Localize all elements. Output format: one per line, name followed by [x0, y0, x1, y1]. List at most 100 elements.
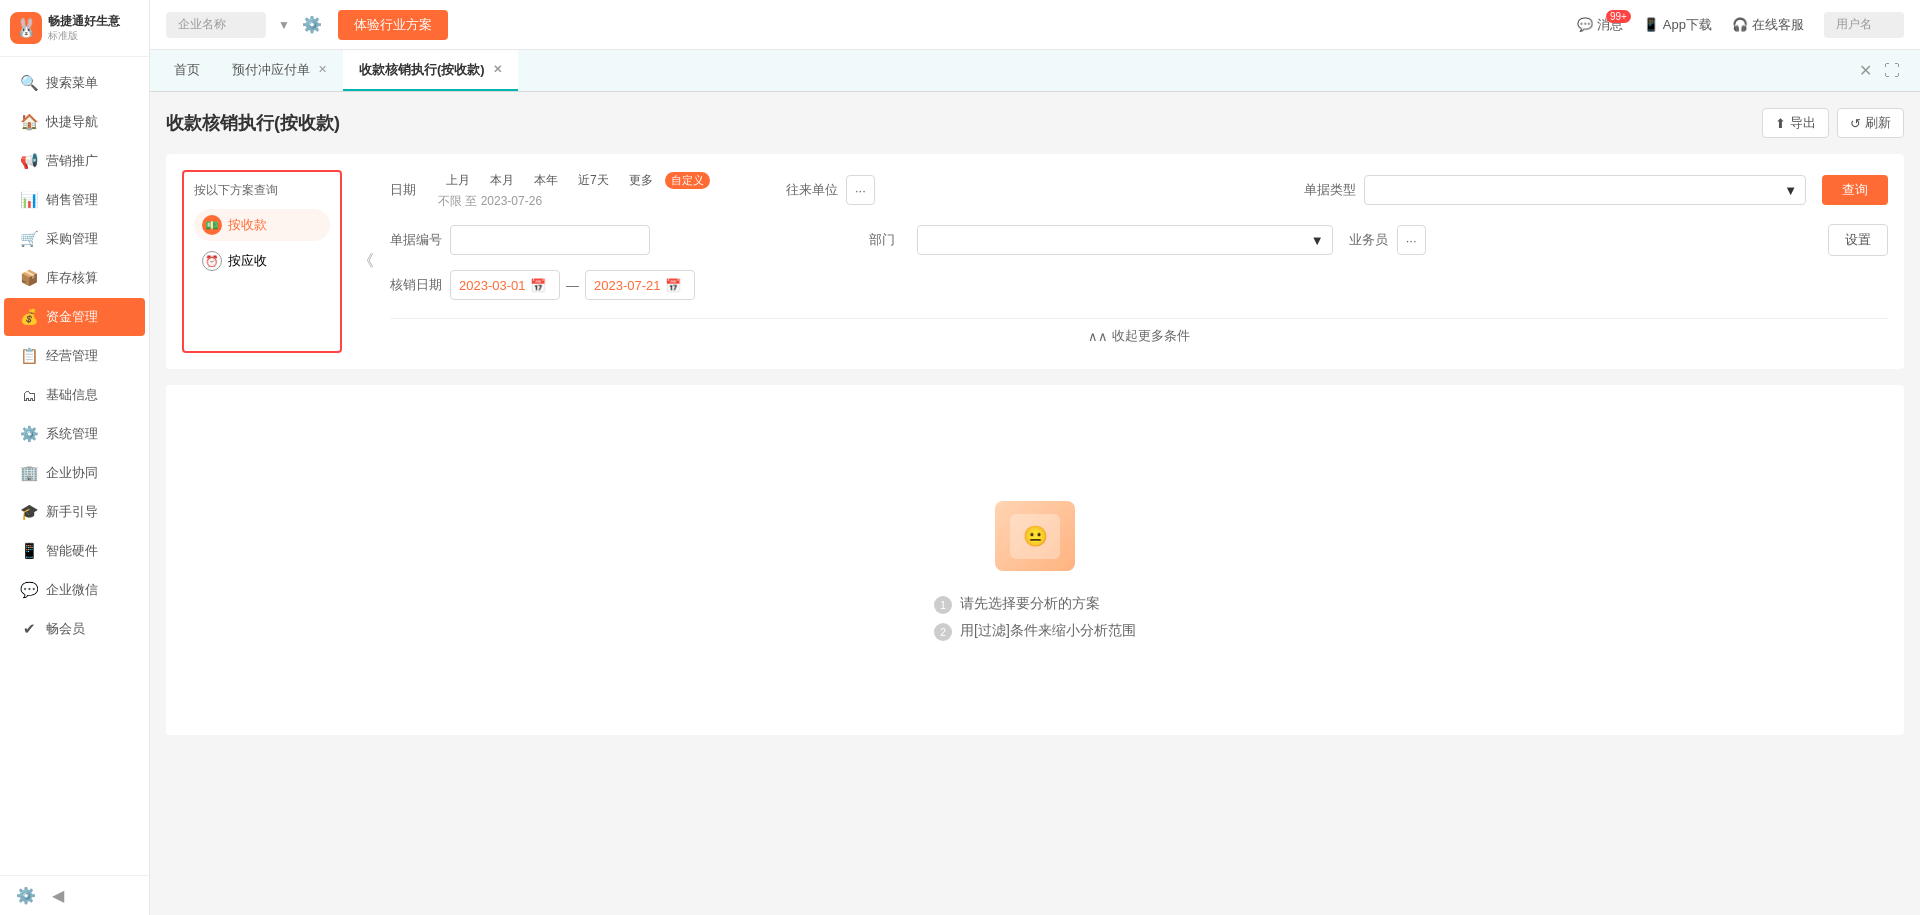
purchase-icon: 🛒 — [20, 230, 38, 248]
message-icon: 💬 — [1577, 17, 1593, 32]
dept-select[interactable]: ▼ — [917, 225, 1332, 255]
tab-home[interactable]: 首页 — [158, 50, 216, 91]
content: 收款核销执行(按收款) ⬆ 导出 ↺ 刷新 按以下方案查询 💵 按收款 — [150, 92, 1920, 915]
tab-prepay[interactable]: 预付冲应付单 ✕ — [216, 50, 343, 91]
collapse-more-button[interactable]: ∧∧ 收起更多条件 — [390, 318, 1888, 353]
sidebar-item-hardware-label: 智能硬件 — [46, 542, 98, 560]
empty-hint-1: 1 请先选择要分析的方案 — [934, 595, 1136, 614]
online-service-button[interactable]: 🎧 在线客服 — [1732, 16, 1804, 34]
verify-date-from[interactable]: 2023-03-01 📅 — [450, 270, 560, 300]
sidebar-item-hardware[interactable]: 📱 智能硬件 — [4, 532, 145, 570]
sidebar-item-inventory-label: 库存核算 — [46, 269, 98, 287]
date-range-display: 不限 至 2023-07-26 — [438, 193, 710, 210]
settings-button[interactable]: 设置 — [1828, 224, 1888, 256]
tab-receivable[interactable]: 收款核销执行(按收款) ✕ — [343, 50, 518, 91]
sidebar-item-wechat-label: 企业微信 — [46, 581, 98, 599]
export-button[interactable]: ⬆ 导出 — [1762, 108, 1829, 138]
doc-type-field: 单据类型 ▼ — [1304, 175, 1806, 205]
doc-type-select[interactable]: ▼ — [1364, 175, 1806, 205]
date-tab-thisyear[interactable]: 本年 — [526, 170, 566, 191]
sidebar-item-search[interactable]: 🔍 搜索菜单 — [4, 64, 145, 102]
system-icon: ⚙️ — [20, 425, 38, 443]
sidebar-item-vip-label: 畅会员 — [46, 620, 85, 638]
filter-row-1: 日期 上月 本月 本年 近7天 更多 自定义 不限 至 2023-07-26 — [390, 170, 1888, 210]
staff-input[interactable]: ··· — [1397, 225, 1426, 255]
partner-field: 往来单位 ··· — [786, 175, 1288, 205]
app-download-button[interactable]: 📱 App下载 — [1643, 16, 1712, 34]
collapse-sidebar-icon[interactable]: ◀ — [52, 886, 64, 905]
sidebar-item-basic[interactable]: 🗂 基础信息 — [4, 376, 145, 414]
filter-option-by-receivable[interactable]: ⏰ 按应收 — [194, 245, 330, 277]
tab-expand-button[interactable]: ⛶ — [1880, 58, 1904, 84]
topbar-chevron-icon[interactable]: ▼ — [278, 18, 290, 32]
enterprise-icon: 🏢 — [20, 464, 38, 482]
management-icon: 📋 — [20, 347, 38, 365]
filter-option-receivable-label: 按应收 — [228, 252, 267, 270]
message-badge: 99+ — [1606, 10, 1631, 23]
home-icon: 🏠 — [20, 113, 38, 131]
filter-row-3: 核销日期 2023-03-01 📅 — 2023-07-21 📅 — [390, 270, 1888, 300]
tab-receivable-label: 收款核销执行(按收款) — [359, 61, 485, 79]
solution-button[interactable]: 体验行业方案 — [338, 10, 448, 40]
date-tab-7days[interactable]: 近7天 — [570, 170, 617, 191]
sidebar-item-basic-label: 基础信息 — [46, 386, 98, 404]
filter-collapse-button[interactable]: 《 — [358, 251, 374, 272]
refresh-button[interactable]: ↺ 刷新 — [1837, 108, 1904, 138]
marketing-icon: 📢 — [20, 152, 38, 170]
sidebar-item-system-label: 系统管理 — [46, 425, 98, 443]
sidebar-item-vip[interactable]: ✔ 畅会员 — [4, 610, 145, 648]
vip-icon: ✔ — [20, 620, 38, 638]
sidebar-item-purchase[interactable]: 🛒 采购管理 — [4, 220, 145, 258]
empty-box: 😐 — [995, 501, 1075, 571]
inventory-icon: 📦 — [20, 269, 38, 287]
sidebar-item-guide-label: 新手引导 — [46, 503, 98, 521]
tab-close-button[interactable]: ✕ — [1855, 57, 1876, 84]
empty-state: 😐 1 请先选择要分析的方案 2 用[过滤]条件来缩小分析范围 — [166, 385, 1904, 735]
select-chevron-icon: ▼ — [1784, 183, 1797, 198]
date-custom-tag[interactable]: 自定义 — [665, 172, 710, 189]
tab-prepay-close-icon[interactable]: ✕ — [318, 63, 327, 76]
filter-option-by-receipt[interactable]: 💵 按收款 — [194, 209, 330, 241]
tabbar: 首页 预付冲应付单 ✕ 收款核销执行(按收款) ✕ ✕ ⛶ — [150, 50, 1920, 92]
main-area: 企业名称 ▼ ⚙️ 体验行业方案 💬 消息 99+ 📱 App下载 🎧 在线客服… — [150, 0, 1920, 915]
message-button[interactable]: 💬 消息 99+ — [1577, 16, 1623, 34]
sidebar-item-finance[interactable]: 💰 资金管理 — [4, 298, 145, 336]
sidebar-item-wechat[interactable]: 💬 企业微信 — [4, 571, 145, 609]
sidebar-logo: 🐰 畅捷通好生意 标准版 — [0, 0, 149, 57]
refresh-icon: ↺ — [1850, 116, 1861, 131]
empty-hint-2: 2 用[过滤]条件来缩小分析范围 — [934, 622, 1136, 641]
calendar-to-icon: 📅 — [665, 278, 681, 293]
calendar-from-icon: 📅 — [530, 278, 546, 293]
sidebar-item-sales[interactable]: 📊 销售管理 — [4, 181, 145, 219]
sidebar-item-marketing[interactable]: 📢 营销推广 — [4, 142, 145, 180]
sidebar-footer: ⚙️ ◀ — [0, 875, 149, 915]
date-tab-more[interactable]: 更多 — [621, 170, 661, 191]
sidebar-item-management-label: 经营管理 — [46, 347, 98, 365]
staff-label: 业务员 — [1349, 231, 1389, 249]
query-button[interactable]: 查询 — [1822, 175, 1888, 205]
verify-date-range: 2023-03-01 📅 — 2023-07-21 📅 — [450, 270, 695, 300]
filter-fields: 日期 上月 本月 本年 近7天 更多 自定义 不限 至 2023-07-26 — [390, 170, 1888, 353]
date-field: 日期 上月 本月 本年 近7天 更多 自定义 不限 至 2023-07-26 — [390, 170, 770, 210]
logo-icon: 🐰 — [10, 12, 42, 44]
sidebar-item-inventory[interactable]: 📦 库存核算 — [4, 259, 145, 297]
sidebar-item-quicknav[interactable]: 🏠 快捷导航 — [4, 103, 145, 141]
verify-date-to[interactable]: 2023-07-21 📅 — [585, 270, 695, 300]
doc-no-input[interactable] — [450, 225, 650, 255]
dept-label: 部门 — [869, 231, 909, 249]
sidebar-item-guide[interactable]: 🎓 新手引导 — [4, 493, 145, 531]
empty-face: 😐 — [1010, 514, 1060, 559]
sidebar-item-management[interactable]: 📋 经营管理 — [4, 337, 145, 375]
tab-receivable-close-icon[interactable]: ✕ — [493, 63, 502, 76]
settings-footer-icon[interactable]: ⚙️ — [16, 886, 36, 905]
date-tab-lastmonth[interactable]: 上月 — [438, 170, 478, 191]
collapse-up-icon: ∧∧ — [1088, 329, 1108, 344]
doc-no-label: 单据编号 — [390, 231, 442, 249]
topbar-gear-icon[interactable]: ⚙️ — [302, 15, 322, 34]
staff-field: 业务员 ··· — [1349, 225, 1812, 255]
sidebar-item-system[interactable]: ⚙️ 系统管理 — [4, 415, 145, 453]
partner-input[interactable]: ··· — [846, 175, 875, 205]
user-menu[interactable]: 用户名 — [1824, 12, 1904, 38]
date-tab-thismonth[interactable]: 本月 — [482, 170, 522, 191]
sidebar-item-enterprise[interactable]: 🏢 企业协同 — [4, 454, 145, 492]
